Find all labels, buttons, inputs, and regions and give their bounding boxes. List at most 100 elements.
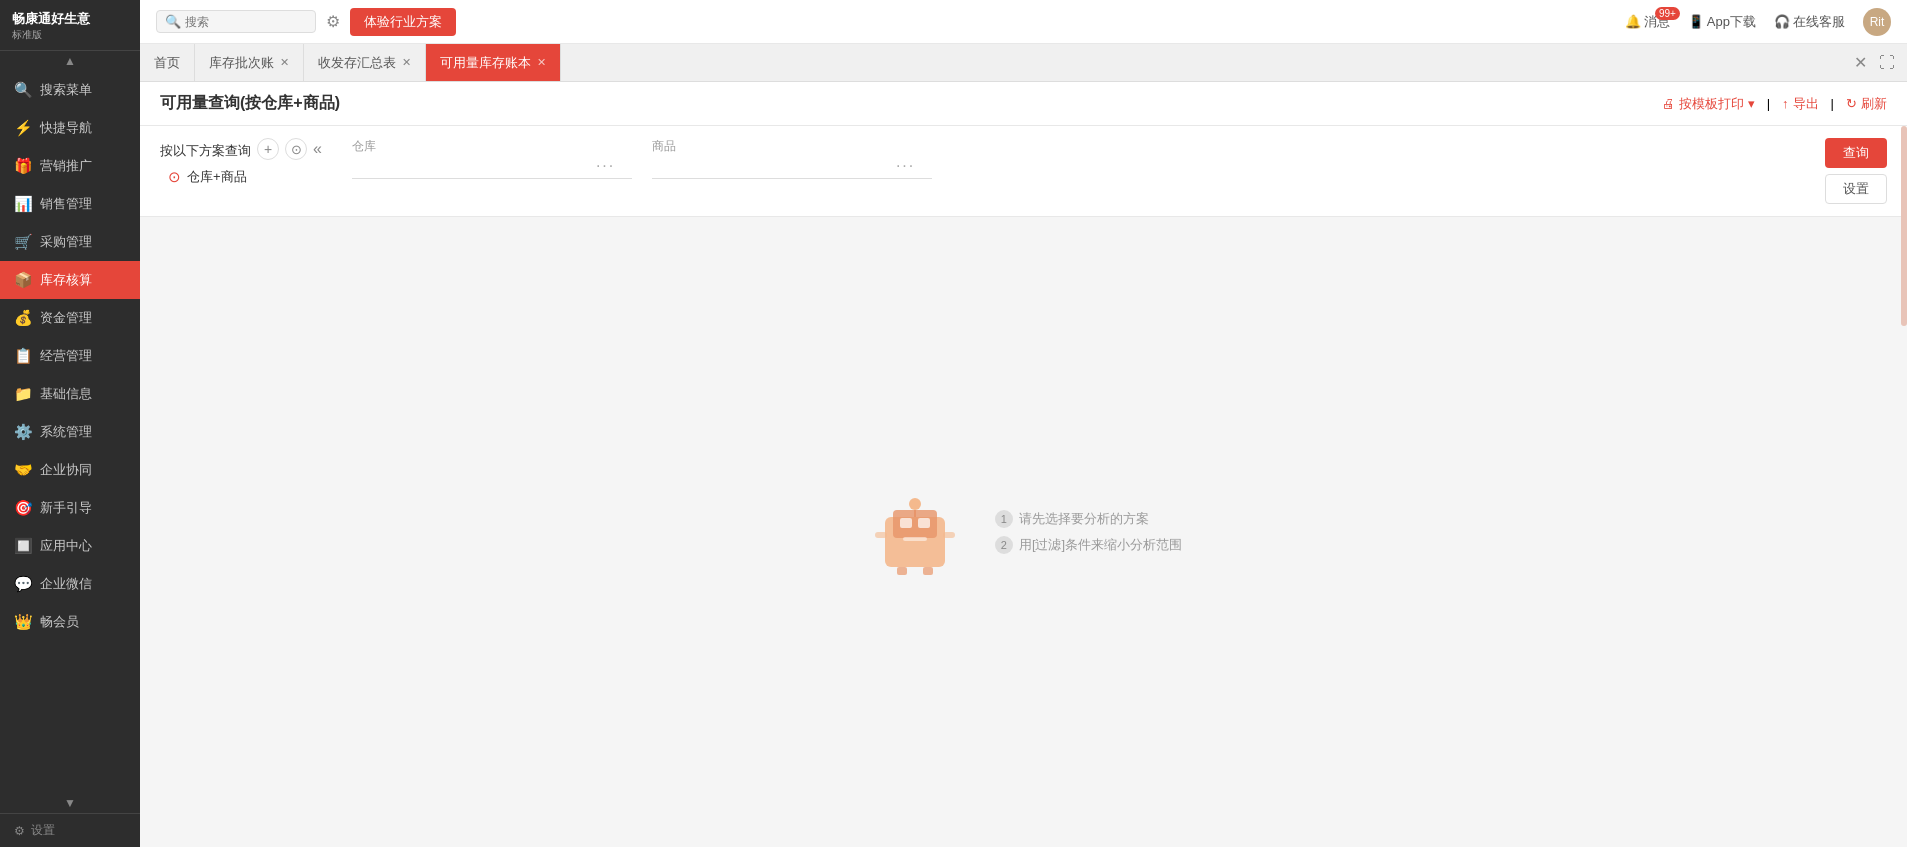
app-subtitle: 标准版 xyxy=(12,28,128,42)
settings-icon: ⚙ xyxy=(14,824,25,838)
settings-button[interactable]: 设置 xyxy=(1825,174,1887,204)
app-download-link[interactable]: 📱 App下载 xyxy=(1688,13,1756,31)
print-action[interactable]: 🖨 按模板打印 ▾ xyxy=(1662,95,1755,113)
sidebar-item-label: 经营管理 xyxy=(40,347,92,365)
tip-num-1: 1 xyxy=(995,510,1013,528)
sidebar-item-inventory[interactable]: 📦 库存核算 xyxy=(0,261,140,299)
tabbar: 首页 库存批次账 ✕ 收发存汇总表 ✕ 可用量库存账本 ✕ ✕ ⛶ xyxy=(140,44,1907,82)
tab-expand-button[interactable]: ⛶ xyxy=(1875,50,1899,76)
product-field-input: ··· xyxy=(652,157,932,179)
sidebar-item-basic[interactable]: 📁 基础信息 xyxy=(0,375,140,413)
sidebar-item-label: 库存核算 xyxy=(40,271,92,289)
sidebar-item-label: 基础信息 xyxy=(40,385,92,403)
tab-batch-account[interactable]: 库存批次账 ✕ xyxy=(195,44,304,81)
money-icon: 💰 xyxy=(14,309,32,327)
sidebar-scroll-up[interactable]: ▲ xyxy=(0,51,140,71)
filter-add-button[interactable]: + xyxy=(257,138,279,160)
sidebar-item-sales[interactable]: 📊 销售管理 xyxy=(0,185,140,223)
tab-batch-account-close[interactable]: ✕ xyxy=(280,56,289,69)
sidebar-item-label: 快捷导航 xyxy=(40,119,92,137)
print-label: 按模板打印 xyxy=(1679,95,1744,113)
sidebar-bottom-settings[interactable]: ⚙ 设置 xyxy=(0,813,140,847)
tab-receipt-summary[interactable]: 收发存汇总表 ✕ xyxy=(304,44,426,81)
scheme-label: 仓库+商品 xyxy=(187,168,247,186)
warehouse-input[interactable] xyxy=(352,159,592,174)
sidebar-item-marketing[interactable]: 🎁 营销推广 xyxy=(0,147,140,185)
right-scrollbar[interactable] xyxy=(1901,126,1907,326)
sidebar-item-member[interactable]: 👑 畅会员 xyxy=(0,603,140,641)
notification-button[interactable]: 🔔 消息 99+ xyxy=(1625,13,1670,31)
sidebar-item-system[interactable]: ⚙️ 系统管理 xyxy=(0,413,140,451)
refresh-icon: ↻ xyxy=(1846,96,1857,111)
mobile-icon: 📱 xyxy=(1688,14,1704,29)
filter-setting-button[interactable]: ⊙ xyxy=(285,138,307,160)
refresh-action[interactable]: ↻ 刷新 xyxy=(1846,95,1887,113)
print-dropdown-icon[interactable]: ▾ xyxy=(1748,96,1755,111)
svg-rect-10 xyxy=(923,567,933,575)
sidebar-scroll-down[interactable]: ▼ xyxy=(0,793,140,813)
warehouse-dots-icon[interactable]: ··· xyxy=(596,157,615,175)
page-header: 可用量查询(按仓库+商品) 🖨 按模板打印 ▾ | ↑ 导出 | ↻ 刷新 xyxy=(140,82,1907,126)
chart-icon: 📊 xyxy=(14,195,32,213)
sidebar: 畅康通好生意 标准版 ▲ 🔍 搜索菜单 ⚡ 快捷导航 🎁 营销推广 📊 销售管理… xyxy=(0,0,140,847)
tab-close-button[interactable]: ✕ xyxy=(1850,49,1871,76)
page-actions: 🖨 按模板打印 ▾ | ↑ 导出 | ↻ 刷新 xyxy=(1662,95,1887,113)
sidebar-item-label: 营销推广 xyxy=(40,157,92,175)
sidebar-item-wechat[interactable]: 💬 企业微信 xyxy=(0,565,140,603)
topbar-gear-icon[interactable]: ⚙ xyxy=(326,12,340,31)
svg-rect-4 xyxy=(903,537,927,541)
flash-icon: ⚡ xyxy=(14,119,32,137)
sidebar-item-label: 企业协同 xyxy=(40,461,92,479)
sidebar-menu: 🔍 搜索菜单 ⚡ 快捷导航 🎁 营销推广 📊 销售管理 🛒 采购管理 📦 库存核… xyxy=(0,71,140,793)
sidebar-item-purchase[interactable]: 🛒 采购管理 xyxy=(0,223,140,261)
product-input[interactable] xyxy=(652,159,892,174)
user-avatar[interactable]: Rit xyxy=(1863,8,1891,36)
topbar-search-box[interactable]: 🔍 xyxy=(156,10,316,33)
svg-point-5 xyxy=(909,498,921,510)
search-icon: 🔍 xyxy=(165,14,181,29)
sidebar-item-label: 搜索菜单 xyxy=(40,81,92,99)
sidebar-item-label: 新手引导 xyxy=(40,499,92,517)
sidebar-item-search[interactable]: 🔍 搜索菜单 xyxy=(0,71,140,109)
sidebar-item-guide[interactable]: 🎯 新手引导 xyxy=(0,489,140,527)
tab-available-account-label: 可用量库存账本 xyxy=(440,54,531,72)
bell-icon: 🔔 xyxy=(1625,14,1641,29)
cart-icon: 🛒 xyxy=(14,233,32,251)
notification-badge: 99+ xyxy=(1655,7,1680,20)
sidebar-item-apps[interactable]: 🔲 应用中心 xyxy=(0,527,140,565)
filter-field-product: 商品 ··· xyxy=(652,138,932,179)
tab-home[interactable]: 首页 xyxy=(140,44,195,81)
sidebar-item-finance[interactable]: 💰 资金管理 xyxy=(0,299,140,337)
sidebar-item-shortcut[interactable]: ⚡ 快捷导航 xyxy=(0,109,140,147)
refresh-label: 刷新 xyxy=(1861,95,1887,113)
product-dots-icon[interactable]: ··· xyxy=(896,157,915,175)
tab-receipt-summary-label: 收发存汇总表 xyxy=(318,54,396,72)
separator-1: | xyxy=(1767,96,1770,111)
empty-tip-2: 2 用[过滤]条件来缩小分析范围 xyxy=(995,536,1182,554)
online-service-label: 在线客服 xyxy=(1793,13,1845,31)
query-button[interactable]: 查询 xyxy=(1825,138,1887,168)
product-field-label: 商品 xyxy=(652,138,932,155)
app-download-label: App下载 xyxy=(1707,13,1756,31)
filter-field-warehouse: 仓库 ··· xyxy=(352,138,632,179)
empty-tips: 1 请先选择要分析的方案 2 用[过滤]条件来缩小分析范围 xyxy=(995,510,1182,554)
tab-available-account-close[interactable]: ✕ xyxy=(537,56,546,69)
filter-section-label: 按以下方案查询 xyxy=(160,138,251,160)
filter-scheme-warehouse-product[interactable]: ⊙ 仓库+商品 xyxy=(168,168,322,186)
filter-collapse-button[interactable]: « xyxy=(313,140,322,158)
svg-rect-3 xyxy=(918,518,930,528)
tab-receipt-summary-close[interactable]: ✕ xyxy=(402,56,411,69)
tab-available-account[interactable]: 可用量库存账本 ✕ xyxy=(426,44,561,81)
empty-illustration xyxy=(865,482,965,582)
sidebar-item-corp[interactable]: 🤝 企业协同 xyxy=(0,451,140,489)
export-action[interactable]: ↑ 导出 xyxy=(1782,95,1819,113)
search-input[interactable] xyxy=(185,15,285,29)
export-label: 导出 xyxy=(1793,95,1819,113)
online-service-link[interactable]: 🎧 在线客服 xyxy=(1774,13,1845,31)
tip-num-2: 2 xyxy=(995,536,1013,554)
solution-button[interactable]: 体验行业方案 xyxy=(350,8,456,36)
sidebar-item-operation[interactable]: 📋 经营管理 xyxy=(0,337,140,375)
gift-icon: 🎁 xyxy=(14,157,32,175)
sidebar-item-label: 企业微信 xyxy=(40,575,92,593)
tab-actions: ✕ ⛶ xyxy=(1850,49,1907,76)
